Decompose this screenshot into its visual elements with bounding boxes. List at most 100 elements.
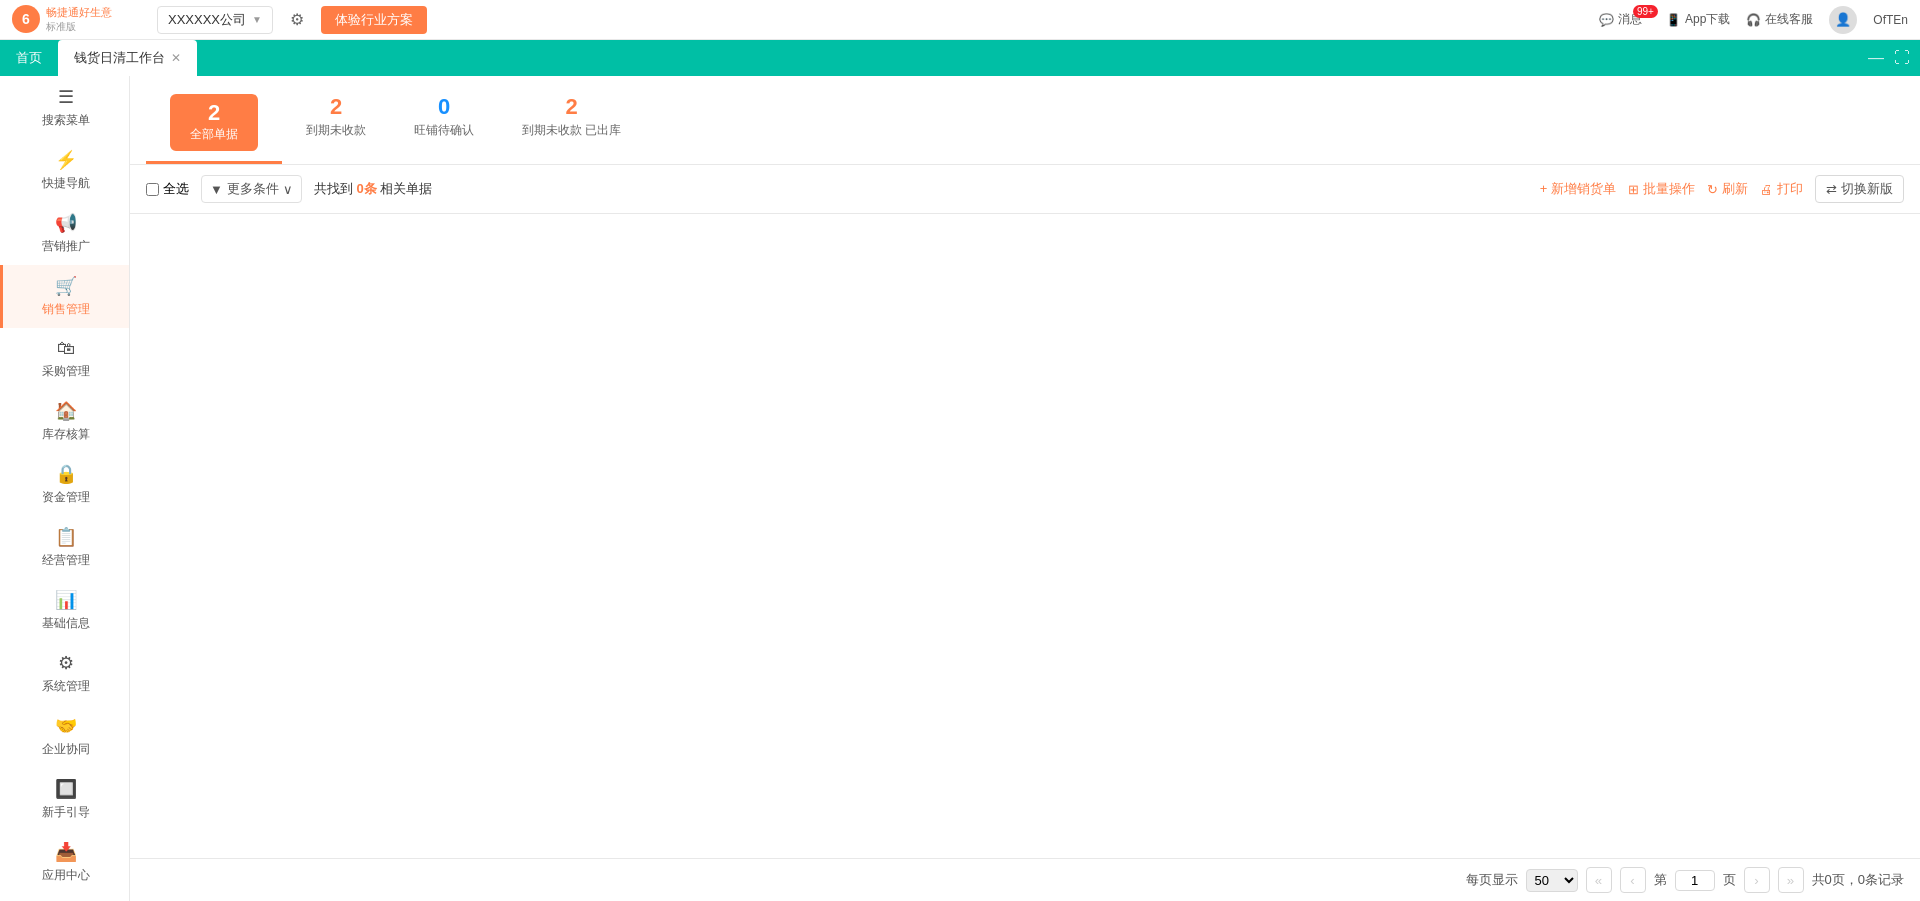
tab-maximize-icon[interactable]: ⛶	[1894, 49, 1910, 67]
sidebar-item-label: 库存核算	[42, 426, 90, 443]
result-text: 共找到 0条 相关单据	[314, 180, 432, 198]
message-icon: 💬	[1599, 13, 1614, 27]
logo-sub: 标准版	[46, 20, 112, 34]
refresh-action[interactable]: ↻ 刷新	[1707, 180, 1748, 198]
stat-shipped-num: 2	[566, 94, 578, 120]
system-icon: ⚙	[58, 652, 74, 674]
sales-icon: 🛒	[55, 275, 77, 297]
sidebar-item-label: 快捷导航	[42, 175, 90, 192]
select-all-checkbox[interactable]	[146, 183, 159, 196]
stat-tab-wangpu[interactable]: 0 旺铺待确认	[390, 86, 498, 164]
operations-icon: 📋	[55, 526, 77, 548]
basic-info-icon: 📊	[55, 589, 77, 611]
sidebar-item-basic-info[interactable]: 📊 基础信息	[0, 579, 129, 642]
sidebar-item-label: 销售管理	[42, 301, 90, 318]
app-download-action[interactable]: 📱 App下载	[1666, 11, 1730, 28]
company-name: XXXXXX公司	[168, 11, 246, 29]
sidebar-item-label: 经营管理	[42, 552, 90, 569]
select-all-label: 全选	[163, 180, 189, 198]
sidebar-item-guide[interactable]: 🔲 新手引导	[0, 768, 129, 831]
toolbar-left: 全选 ▼ 更多条件 ∨ 共找到 0条 相关单据	[146, 175, 432, 203]
purchase-icon: 🛍	[57, 338, 75, 359]
sidebar-item-sales[interactable]: 🛒 销售管理	[0, 265, 129, 328]
first-page-btn[interactable]: «	[1586, 867, 1612, 893]
chevron-down-icon: ▼	[252, 14, 262, 25]
sidebar-item-label: 搜索菜单	[42, 112, 90, 129]
inventory-icon: 🏠	[55, 400, 77, 422]
tab-bar: 首页 钱货日清工作台 ✕ — ⛶	[0, 40, 1920, 76]
enterprise-icon: 🤝	[55, 715, 77, 737]
app-download-label: App下载	[1685, 11, 1730, 28]
tab-minimize-icon[interactable]: —	[1868, 49, 1884, 67]
sidebar-item-label: 营销推广	[42, 238, 90, 255]
sidebar-item-quick-nav[interactable]: ⚡ 快捷导航	[0, 139, 129, 202]
online-service-action[interactable]: 🎧 在线客服	[1746, 11, 1813, 28]
filter-label: 更多条件	[227, 180, 279, 198]
sidebar-item-system[interactable]: ⚙ 系统管理	[0, 642, 129, 705]
page-input[interactable]	[1675, 870, 1715, 891]
finance-icon: 🔒	[55, 463, 77, 485]
filter-arrow-icon: ∨	[283, 182, 293, 197]
print-action[interactable]: 🖨 打印	[1760, 180, 1803, 198]
sidebar-item-label: 新手引导	[42, 804, 90, 821]
settings-icon[interactable]: ⚙	[283, 6, 311, 34]
stat-tab-all[interactable]: 2 全部单据	[146, 86, 282, 164]
message-action[interactable]: 💬 消息 99+	[1599, 11, 1650, 28]
next-page-btn[interactable]: ›	[1744, 867, 1770, 893]
pagination-bar: 每页显示 50 10 20 100 « ‹ 第 页 › » 共0页，0条记录	[130, 858, 1920, 901]
sidebar-item-wechat[interactable]: 💬 企业微信	[0, 894, 129, 901]
quick-nav-icon: ⚡	[55, 149, 77, 171]
select-all-area: 全选	[146, 180, 189, 198]
total-text: 共0页，0条记录	[1812, 871, 1904, 889]
batch-action[interactable]: ⊞ 批量操作	[1628, 180, 1695, 198]
sidebar-item-app-center[interactable]: 📥 应用中心	[0, 831, 129, 894]
user-name: OfTEn	[1873, 13, 1908, 27]
header-right: 💬 消息 99+ 📱 App下载 🎧 在线客服 👤 OfTEn	[1599, 6, 1908, 34]
sidebar-item-finance[interactable]: 🔒 资金管理	[0, 453, 129, 516]
sidebar-item-operations[interactable]: 📋 经营管理	[0, 516, 129, 579]
download-icon: 📱	[1666, 13, 1681, 27]
page-size-select[interactable]: 50 10 20 100	[1526, 869, 1578, 892]
result-count: 0条	[357, 181, 377, 196]
avatar-icon: 👤	[1835, 12, 1851, 27]
table-area	[130, 214, 1920, 858]
avatar[interactable]: 👤	[1829, 6, 1857, 34]
sidebar-item-inventory[interactable]: 🏠 库存核算	[0, 390, 129, 453]
page-suffix: 页	[1723, 871, 1736, 889]
tab-close-icon[interactable]: ✕	[171, 51, 181, 65]
switch-btn[interactable]: ⇄ 切换新版	[1815, 175, 1904, 203]
service-icon: 🎧	[1746, 13, 1761, 27]
tab-home-label: 首页	[16, 49, 42, 67]
stat-shipped-label: 到期未收款 已出库	[522, 122, 621, 139]
guide-icon: 🔲	[55, 778, 77, 800]
online-service-label: 在线客服	[1765, 11, 1813, 28]
sidebar-item-purchase[interactable]: 🛍 采购管理	[0, 328, 129, 390]
sidebar-item-label: 系统管理	[42, 678, 90, 695]
content-area: 2 全部单据 2 到期未收款 0 旺铺待确认 2 到期未收款 已出库	[130, 76, 1920, 901]
stat-all-num: 2	[208, 100, 220, 126]
stat-tab-overdue[interactable]: 2 到期未收款	[282, 86, 390, 164]
stat-overdue-num: 2	[330, 94, 342, 120]
refresh-label: 刷新	[1722, 180, 1748, 198]
sidebar-item-label: 资金管理	[42, 489, 90, 506]
filter-icon: ▼	[210, 182, 223, 197]
filter-btn[interactable]: ▼ 更多条件 ∨	[201, 175, 302, 203]
print-label: 打印	[1777, 180, 1803, 198]
stat-wangpu-num: 0	[438, 94, 450, 120]
prev-page-btn[interactable]: ‹	[1620, 867, 1646, 893]
last-page-btn[interactable]: »	[1778, 867, 1804, 893]
page-label: 第	[1654, 871, 1667, 889]
stats-tabs: 2 全部单据 2 到期未收款 0 旺铺待确认 2 到期未收款 已出库	[130, 76, 1920, 165]
stat-tab-shipped[interactable]: 2 到期未收款 已出库	[498, 86, 645, 164]
sidebar-item-search-menu[interactable]: ☰ 搜索菜单	[0, 76, 129, 139]
new-sale-btn[interactable]: + 新增销货单	[1540, 180, 1616, 198]
sidebar-item-marketing[interactable]: 📢 营销推广	[0, 202, 129, 265]
header-middle: XXXXXX公司 ▼ ⚙ 体验行业方案	[142, 6, 1599, 34]
sidebar-item-label: 基础信息	[42, 615, 90, 632]
message-badge: 99+	[1633, 5, 1658, 18]
sidebar-item-enterprise[interactable]: 🤝 企业协同	[0, 705, 129, 768]
tab-home[interactable]: 首页	[0, 40, 58, 76]
company-selector[interactable]: XXXXXX公司 ▼	[157, 6, 273, 34]
tab-workbench[interactable]: 钱货日清工作台 ✕	[58, 40, 197, 76]
trial-btn[interactable]: 体验行业方案	[321, 6, 427, 34]
